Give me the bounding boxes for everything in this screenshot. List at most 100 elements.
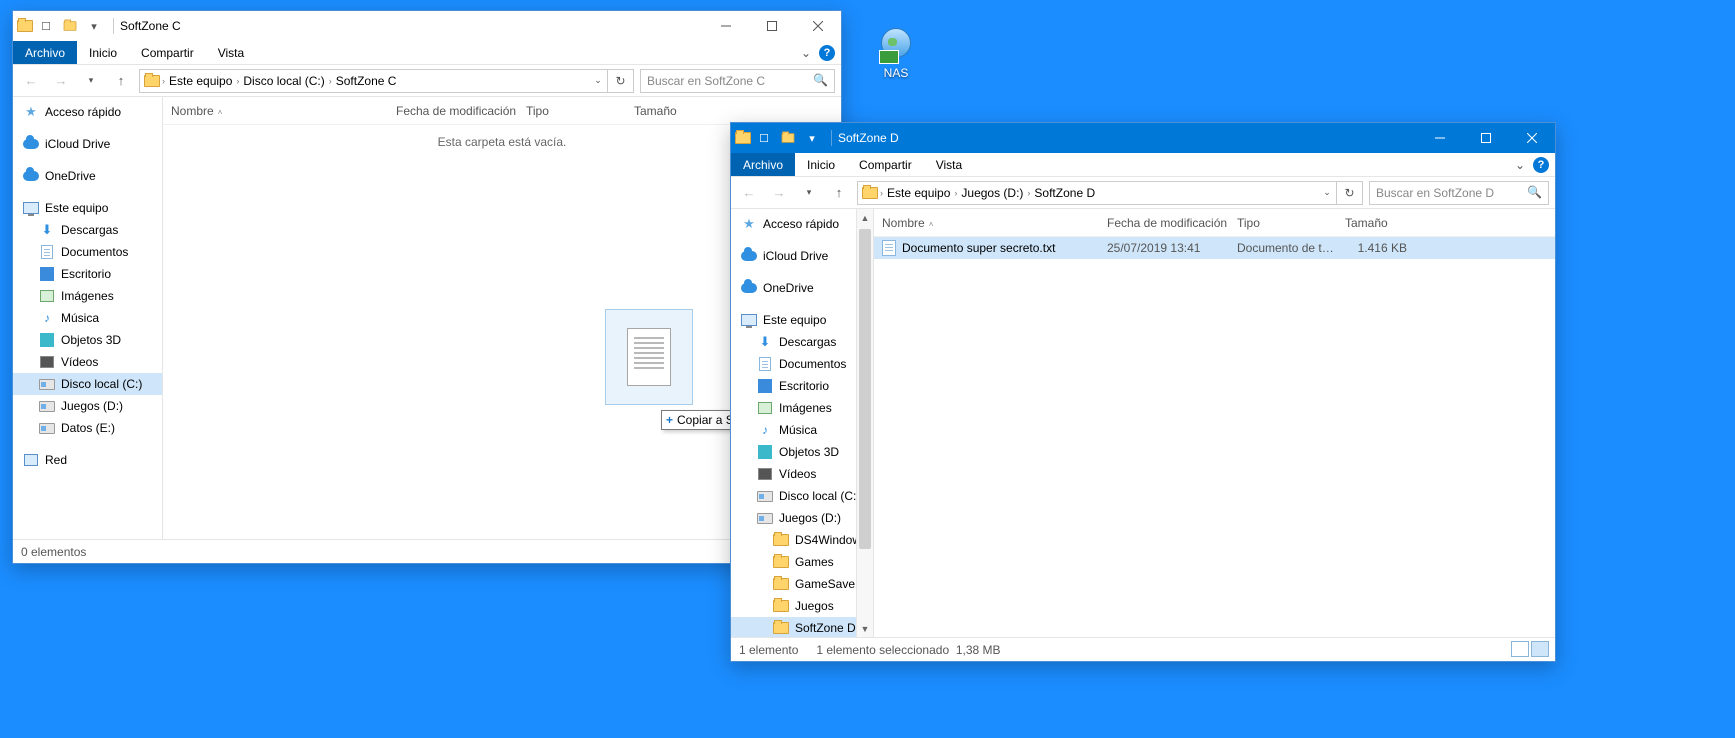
nav-pane[interactable]: ★Acceso rápido iCloud Drive OneDrive Est… — [731, 209, 857, 637]
tab-share[interactable]: Compartir — [847, 153, 924, 176]
column-headers[interactable]: Nombre˄ Fecha de modificación Tipo Tamañ… — [163, 97, 841, 125]
side-3dobjects[interactable]: Objetos 3D — [13, 329, 162, 351]
side-desktop[interactable]: Escritorio — [13, 263, 162, 285]
tab-view[interactable]: Vista — [924, 153, 974, 176]
side-thispc[interactable]: Este equipo — [731, 309, 856, 331]
tab-file[interactable]: Archivo — [731, 153, 795, 176]
side-3dobjects[interactable]: Objetos 3D — [731, 441, 856, 463]
side-videos[interactable]: Vídeos — [731, 463, 856, 485]
breadcrumb-seg[interactable]: SoftZone C — [334, 74, 399, 88]
qat-newfolder[interactable] — [777, 127, 799, 149]
file-row[interactable]: Documento super secreto.txt 25/07/2019 1… — [874, 237, 1555, 259]
side-folder-current[interactable]: SoftZone D — [731, 617, 856, 637]
breadcrumb[interactable]: › Este equipo› Juegos (D:)› SoftZone D ⌄… — [857, 181, 1363, 205]
qat-properties[interactable]: ☐ — [35, 15, 57, 37]
nav-recent[interactable]: ▾ — [797, 181, 821, 205]
breadcrumb-dropdown[interactable]: ⌄ — [589, 70, 607, 92]
titlebar[interactable]: ☐ ▾ SoftZone C — [13, 11, 841, 41]
qat-newfolder[interactable] — [59, 15, 81, 37]
titlebar[interactable]: ☐ ▾ SoftZone D — [731, 123, 1555, 153]
tab-home[interactable]: Inicio — [77, 41, 129, 64]
close-button[interactable] — [795, 11, 841, 41]
col-size[interactable]: Tamaño — [626, 104, 706, 118]
maximize-button[interactable] — [1463, 123, 1509, 153]
side-documents[interactable]: Documentos — [13, 241, 162, 263]
side-folder[interactable]: GameSave Man — [731, 573, 856, 595]
breadcrumb-seg[interactable]: Disco local (C:) — [241, 74, 326, 88]
side-onedrive[interactable]: OneDrive — [13, 165, 162, 187]
tab-file[interactable]: Archivo — [13, 41, 77, 64]
side-downloads[interactable]: ⬇Descargas — [13, 219, 162, 241]
file-list[interactable]: Nombre˄ Fecha de modificación Tipo Tamañ… — [874, 209, 1555, 637]
side-diskd[interactable]: Juegos (D:) — [731, 507, 856, 529]
nav-forward[interactable]: → — [49, 69, 73, 93]
side-videos[interactable]: Vídeos — [13, 351, 162, 373]
explorer-window-c[interactable]: ☐ ▾ SoftZone C Archivo Inicio Compartir … — [12, 10, 842, 564]
qat-properties[interactable]: ☐ — [753, 127, 775, 149]
side-folder[interactable]: Games — [731, 551, 856, 573]
col-size[interactable]: Tamaño — [1337, 216, 1417, 230]
side-folder[interactable]: Juegos — [731, 595, 856, 617]
nav-recent[interactable]: ▾ — [79, 69, 103, 93]
search-input[interactable]: Buscar en SoftZone C 🔍 — [640, 69, 835, 93]
side-network[interactable]: Red — [13, 449, 162, 471]
breadcrumb[interactable]: › Este equipo› Disco local (C:)› SoftZon… — [139, 69, 634, 93]
column-headers[interactable]: Nombre˄ Fecha de modificación Tipo Tamañ… — [874, 209, 1555, 237]
side-quick-access[interactable]: ★Acceso rápido — [13, 101, 162, 123]
close-button[interactable] — [1509, 123, 1555, 153]
breadcrumb-seg[interactable]: Juegos (D:) — [959, 186, 1025, 200]
nav-pane[interactable]: ★Acceso rápido iCloud Drive OneDrive Est… — [13, 97, 163, 539]
side-icloud[interactable]: iCloud Drive — [13, 133, 162, 155]
col-type[interactable]: Tipo — [1229, 216, 1337, 230]
refresh-button[interactable]: ↻ — [607, 70, 633, 92]
explorer-window-d[interactable]: ☐ ▾ SoftZone D Archivo Inicio Compartir … — [730, 122, 1556, 662]
ribbon-expand-icon[interactable]: ⌄ — [801, 46, 811, 60]
qat-dropdown[interactable]: ▾ — [801, 127, 823, 149]
view-large-icons[interactable] — [1511, 641, 1529, 657]
tab-share[interactable]: Compartir — [129, 41, 206, 64]
nav-back[interactable]: ← — [19, 69, 43, 93]
side-music[interactable]: ♪Música — [13, 307, 162, 329]
side-onedrive[interactable]: OneDrive — [731, 277, 856, 299]
breadcrumb-dropdown[interactable]: ⌄ — [1318, 182, 1336, 204]
side-diskc[interactable]: Disco local (C:) — [13, 373, 162, 395]
view-details[interactable] — [1531, 641, 1549, 657]
minimize-button[interactable] — [1417, 123, 1463, 153]
refresh-button[interactable]: ↻ — [1336, 182, 1362, 204]
qat-dropdown[interactable]: ▾ — [83, 15, 105, 37]
nav-forward[interactable]: → — [767, 181, 791, 205]
nav-up[interactable]: ↑ — [827, 181, 851, 205]
side-diskd[interactable]: Juegos (D:) — [13, 395, 162, 417]
col-type[interactable]: Tipo — [518, 104, 626, 118]
desktop-shortcut-nas[interactable]: NAS — [866, 28, 926, 80]
side-documents[interactable]: Documentos — [731, 353, 856, 375]
nav-back[interactable]: ← — [737, 181, 761, 205]
nav-up[interactable]: ↑ — [109, 69, 133, 93]
ribbon-expand-icon[interactable]: ⌄ — [1515, 158, 1525, 172]
side-images[interactable]: Imágenes — [13, 285, 162, 307]
side-downloads[interactable]: ⬇Descargas — [731, 331, 856, 353]
breadcrumb-seg[interactable]: Este equipo — [167, 74, 234, 88]
maximize-button[interactable] — [749, 11, 795, 41]
help-icon[interactable]: ? — [1533, 157, 1549, 173]
tab-view[interactable]: Vista — [206, 41, 256, 64]
side-thispc[interactable]: Este equipo — [13, 197, 162, 219]
breadcrumb-seg[interactable]: SoftZone D — [1032, 186, 1097, 200]
side-diske[interactable]: Datos (E:) — [13, 417, 162, 439]
minimize-button[interactable] — [703, 11, 749, 41]
help-icon[interactable]: ? — [819, 45, 835, 61]
tab-home[interactable]: Inicio — [795, 153, 847, 176]
side-desktop[interactable]: Escritorio — [731, 375, 856, 397]
search-input[interactable]: Buscar en SoftZone D 🔍 — [1369, 181, 1549, 205]
side-music[interactable]: ♪Música — [731, 419, 856, 441]
side-diskc[interactable]: Disco local (C:) — [731, 485, 856, 507]
nav-pane-scrollbar[interactable]: ▲ ▼ — [857, 209, 874, 637]
col-name[interactable]: Nombre˄ — [874, 216, 1099, 230]
side-quick-access[interactable]: ★Acceso rápido — [731, 213, 856, 235]
breadcrumb-seg[interactable]: Este equipo — [885, 186, 952, 200]
col-name[interactable]: Nombre˄ — [163, 104, 388, 118]
col-date[interactable]: Fecha de modificación — [388, 104, 518, 118]
side-folder[interactable]: DS4Windows — [731, 529, 856, 551]
side-icloud[interactable]: iCloud Drive — [731, 245, 856, 267]
side-images[interactable]: Imágenes — [731, 397, 856, 419]
